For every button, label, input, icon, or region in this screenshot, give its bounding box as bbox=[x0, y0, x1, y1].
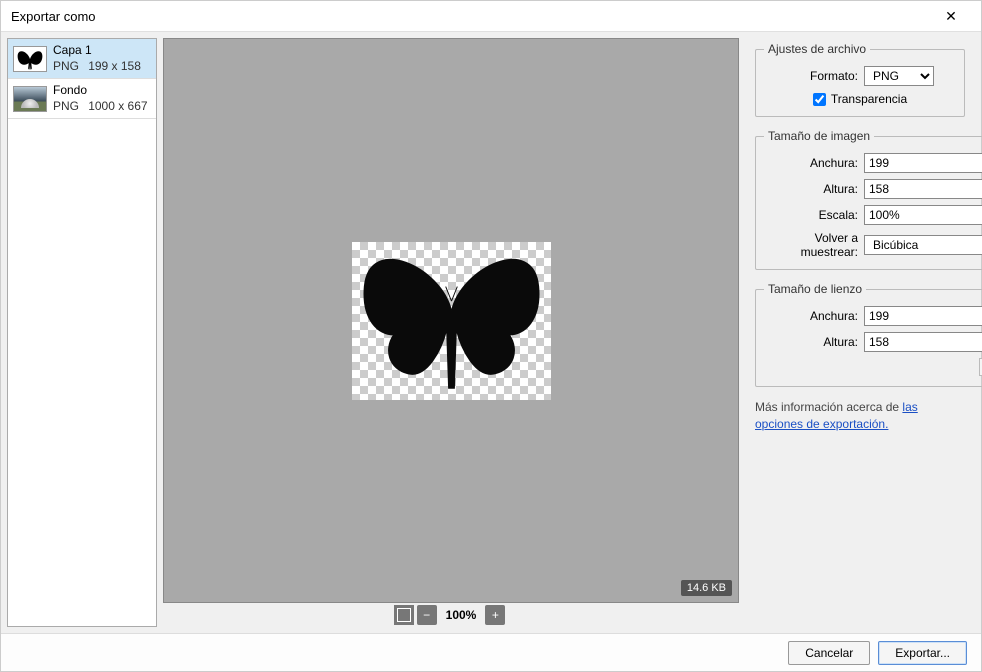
filesize-badge: 14.6 KB bbox=[681, 580, 732, 596]
canvas-width-label: Anchura: bbox=[764, 309, 864, 323]
preview-pane: 14.6 KB bbox=[163, 38, 739, 603]
file-settings-legend: Ajustes de archivo bbox=[764, 42, 870, 56]
width-input[interactable] bbox=[864, 153, 982, 173]
format-label: Formato: bbox=[764, 69, 864, 83]
window-title: Exportar como bbox=[11, 9, 96, 24]
height-input[interactable] bbox=[864, 179, 982, 199]
layer-name: Capa 1 bbox=[53, 43, 141, 59]
zoom-bar: − 100% + bbox=[163, 603, 739, 627]
layer-item-capa1[interactable]: Capa 1 PNG 199 x 158 bbox=[8, 39, 156, 79]
transparency-checkbox[interactable] bbox=[813, 93, 826, 106]
layer-thumb-fondo bbox=[13, 86, 47, 112]
canvas-height-input[interactable] bbox=[864, 332, 982, 352]
layer-name: Fondo bbox=[53, 83, 148, 99]
file-settings-group: Ajustes de archivo Formato: PNG Transpar… bbox=[755, 42, 965, 117]
image-size-group: Tamaño de imagen Anchura: px Altura: px … bbox=[755, 129, 982, 270]
canvas-height-label: Altura: bbox=[764, 335, 864, 349]
image-size-legend: Tamaño de imagen bbox=[764, 129, 874, 143]
zoom-out-button[interactable]: − bbox=[417, 605, 437, 625]
titlebar: Exportar como ✕ bbox=[1, 1, 981, 31]
height-label: Altura: bbox=[764, 182, 864, 196]
scale-input[interactable] bbox=[864, 205, 982, 225]
layer-dims: 1000 x 667 bbox=[88, 99, 147, 113]
info-text: Más información acerca de las opciones d… bbox=[755, 399, 965, 434]
canvas-size-group: Tamaño de lienzo Anchura: px Altura: px … bbox=[755, 282, 982, 387]
resample-select[interactable]: Bicúbica bbox=[864, 235, 982, 255]
layer-item-fondo[interactable]: Fondo PNG 1000 x 667 bbox=[8, 79, 156, 119]
layer-dims: 199 x 158 bbox=[88, 59, 141, 73]
fit-icon[interactable] bbox=[394, 605, 414, 625]
zoom-value: 100% bbox=[440, 608, 483, 622]
export-button[interactable]: Exportar... bbox=[878, 641, 967, 665]
format-select[interactable]: PNG bbox=[864, 66, 934, 86]
canvas-width-input[interactable] bbox=[864, 306, 982, 326]
preview-image bbox=[352, 242, 551, 400]
layer-thumb-butterfly bbox=[13, 46, 47, 72]
transparency-label: Transparencia bbox=[831, 92, 907, 106]
scale-label: Escala: bbox=[764, 208, 864, 222]
close-button[interactable]: ✕ bbox=[931, 1, 971, 31]
canvas-size-legend: Tamaño de lienzo bbox=[764, 282, 866, 296]
layer-format: PNG bbox=[53, 59, 79, 73]
width-label: Anchura: bbox=[764, 156, 864, 170]
layer-format: PNG bbox=[53, 99, 79, 113]
cancel-button[interactable]: Cancelar bbox=[788, 641, 870, 665]
layer-list: Capa 1 PNG 199 x 158 Fondo PNG 1000 x 66… bbox=[7, 38, 157, 627]
zoom-in-button[interactable]: + bbox=[485, 605, 505, 625]
settings-panel: Ajustes de archivo Formato: PNG Transpar… bbox=[745, 38, 975, 627]
dialog-footer: Cancelar Exportar... bbox=[1, 633, 981, 671]
resample-label: Volver a muestrear: bbox=[764, 231, 864, 259]
